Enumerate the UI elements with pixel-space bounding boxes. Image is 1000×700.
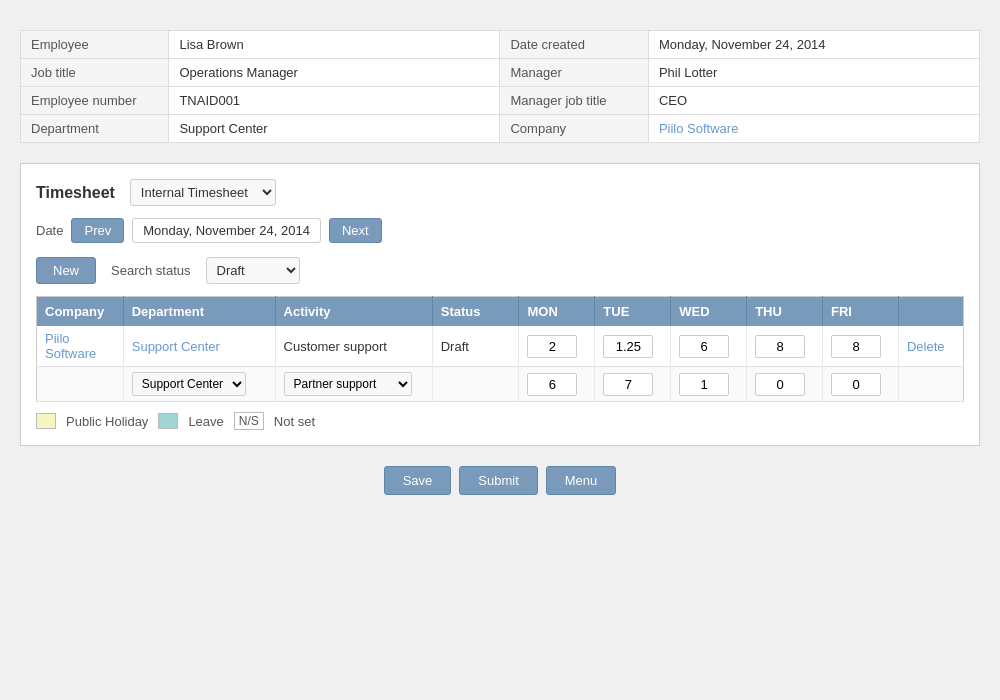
ts-dept-1[interactable]: Support CenterOperationsIT — [123, 367, 275, 402]
bottom-buttons: Save Submit Menu — [20, 466, 980, 495]
ts-dept-0: Support Center — [123, 326, 275, 367]
ts-thu-0[interactable] — [747, 326, 823, 367]
prev-button[interactable]: Prev — [71, 218, 124, 243]
wed-input-0[interactable] — [679, 335, 729, 358]
ns-indicator: N/S — [234, 412, 264, 430]
info-label-left-3: Department — [21, 115, 169, 143]
date-nav: Date Prev Monday, November 24, 2014 Next — [36, 218, 964, 243]
ts-fri-1[interactable] — [823, 367, 899, 402]
new-button[interactable]: New — [36, 257, 96, 284]
ts-activity-select-1[interactable]: Partner supportCustomer supportInternal — [284, 372, 412, 396]
ts-tue-0[interactable] — [595, 326, 671, 367]
ts-col-header-0: Company — [37, 297, 124, 327]
wed-input-1[interactable] — [679, 373, 729, 396]
ts-col-header-9 — [898, 297, 963, 327]
ts-col-header-1: Department — [123, 297, 275, 327]
status-select[interactable]: AllDraftConfirmedDone — [206, 257, 300, 284]
info-label-right-2: Manager job title — [500, 87, 648, 115]
not-set-label: Not set — [274, 414, 315, 429]
ts-fri-0[interactable] — [823, 326, 899, 367]
tue-input-0[interactable] — [603, 335, 653, 358]
ts-thu-1[interactable] — [747, 367, 823, 402]
info-value-right-3: Piilo Software — [648, 115, 979, 143]
ts-col-header-5: TUE — [595, 297, 671, 327]
thu-input-0[interactable] — [755, 335, 805, 358]
timesheet-section: Timesheet Internal TimesheetExternal Tim… — [20, 163, 980, 446]
info-value-left-0: Lisa Brown — [169, 31, 500, 59]
ts-mon-0[interactable] — [519, 326, 595, 367]
ts-action-0[interactable]: Delete — [898, 326, 963, 367]
fri-input-0[interactable] — [831, 335, 881, 358]
mon-input-0[interactable] — [527, 335, 577, 358]
ts-mon-1[interactable] — [519, 367, 595, 402]
employee-info-row: EmployeeLisa BrownDate createdMonday, No… — [21, 31, 980, 59]
toolbar-row: New Search status AllDraftConfirmedDone — [36, 257, 964, 284]
info-value-left-1: Operations Manager — [169, 59, 500, 87]
ts-col-header-6: WED — [671, 297, 747, 327]
info-label-left-1: Job title — [21, 59, 169, 87]
ts-col-header-8: FRI — [823, 297, 899, 327]
info-value-right-2: CEO — [648, 87, 979, 115]
timesheet-grid: CompanyDepartmentActivityStatusMONTUEWED… — [36, 296, 964, 402]
info-value-left-2: TNAID001 — [169, 87, 500, 115]
menu-button[interactable]: Menu — [546, 466, 617, 495]
ts-company-0: Piilo Software — [37, 326, 124, 367]
leave-label: Leave — [188, 414, 223, 429]
info-value-right-1: Phil Lotter — [648, 59, 979, 87]
fri-input-1[interactable] — [831, 373, 881, 396]
info-label-left-0: Employee — [21, 31, 169, 59]
info-label-right-1: Manager — [500, 59, 648, 87]
ts-wed-0[interactable] — [671, 326, 747, 367]
table-row: Piilo SoftwareSupport CenterCustomer sup… — [37, 326, 964, 367]
info-label-right-3: Company — [500, 115, 648, 143]
ts-activity-0: Customer support — [275, 326, 432, 367]
timesheet-type-select[interactable]: Internal TimesheetExternal Timesheet — [130, 179, 276, 206]
save-button[interactable]: Save — [384, 466, 452, 495]
next-button[interactable]: Next — [329, 218, 382, 243]
date-display: Monday, November 24, 2014 — [132, 218, 321, 243]
ts-company-1 — [37, 367, 124, 402]
public-holiday-label: Public Holiday — [66, 414, 148, 429]
public-holiday-indicator — [36, 413, 56, 429]
ts-wed-1[interactable] — [671, 367, 747, 402]
thu-input-1[interactable] — [755, 373, 805, 396]
employee-info-row: Employee numberTNAID001Manager job title… — [21, 87, 980, 115]
employee-info-row: Job titleOperations ManagerManagerPhil L… — [21, 59, 980, 87]
ts-dept-select-1[interactable]: Support CenterOperationsIT — [132, 372, 246, 396]
ts-col-header-2: Activity — [275, 297, 432, 327]
info-label-right-0: Date created — [500, 31, 648, 59]
ts-col-header-7: THU — [747, 297, 823, 327]
info-value-left-3: Support Center — [169, 115, 500, 143]
delete-link-0[interactable]: Delete — [907, 339, 945, 354]
date-label: Date — [36, 223, 63, 238]
ts-activity-1[interactable]: Partner supportCustomer supportInternal — [275, 367, 432, 402]
legend-row: Public Holiday Leave N/S Not set — [36, 412, 964, 430]
table-row: Support CenterOperationsIT Partner suppor… — [37, 367, 964, 402]
mon-input-1[interactable] — [527, 373, 577, 396]
ts-tue-1[interactable] — [595, 367, 671, 402]
info-label-left-2: Employee number — [21, 87, 169, 115]
ts-status-1 — [432, 367, 519, 402]
timesheet-title: Timesheet — [36, 184, 115, 202]
employee-info-table: EmployeeLisa BrownDate createdMonday, No… — [20, 30, 980, 143]
submit-button[interactable]: Submit — [459, 466, 537, 495]
employee-info-row: DepartmentSupport CenterCompanyPiilo Sof… — [21, 115, 980, 143]
search-status-label: Search status — [111, 263, 191, 278]
leave-indicator — [158, 413, 178, 429]
ts-col-header-3: Status — [432, 297, 519, 327]
ts-col-header-4: MON — [519, 297, 595, 327]
info-value-right-0: Monday, November 24, 2014 — [648, 31, 979, 59]
ts-action-1 — [898, 367, 963, 402]
timesheet-header: Timesheet Internal TimesheetExternal Tim… — [36, 179, 964, 206]
ts-status-0: Draft — [432, 326, 519, 367]
tue-input-1[interactable] — [603, 373, 653, 396]
